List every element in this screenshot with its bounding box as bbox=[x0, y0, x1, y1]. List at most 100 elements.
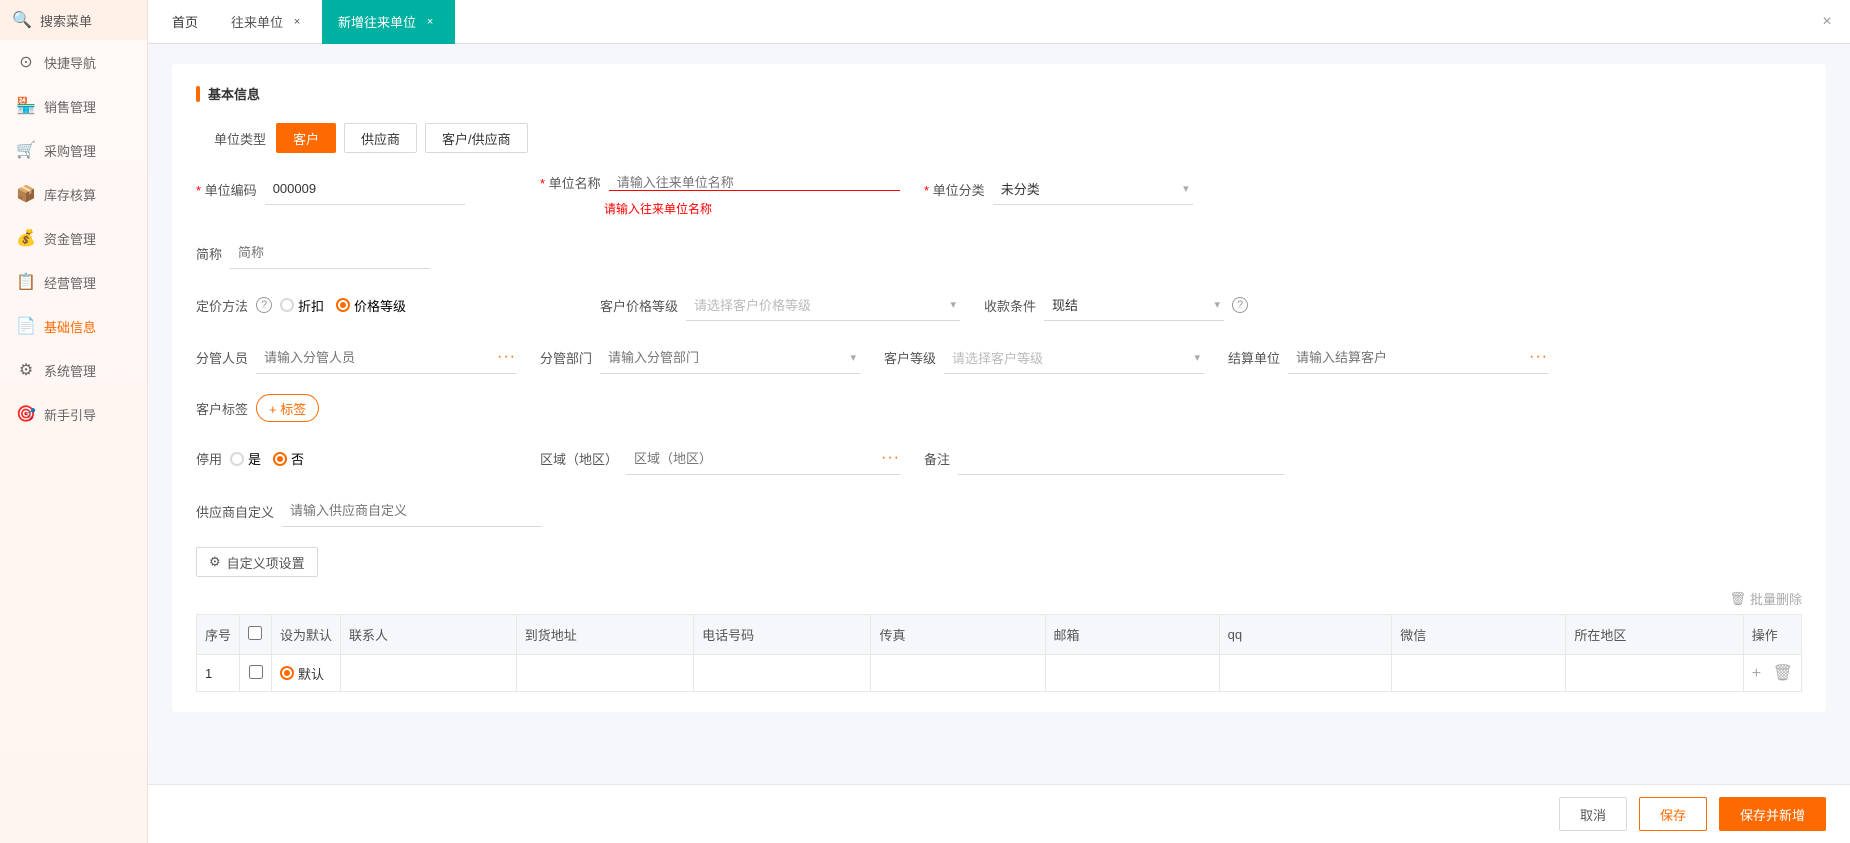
row-location[interactable] bbox=[1566, 655, 1743, 692]
save-and-new-button[interactable]: 保存并新增 bbox=[1719, 797, 1826, 831]
add-tag-button[interactable]: + 标签 bbox=[256, 394, 319, 422]
row-wechat-input[interactable] bbox=[1400, 666, 1557, 681]
unit-name-input[interactable] bbox=[609, 175, 900, 191]
unit-info-row: 单位编码 单位名称 请输入往来单位名称 bbox=[196, 173, 1802, 217]
abbr-row: 简称 bbox=[196, 237, 1802, 269]
sidebar-item-basic[interactable]: 📄 基础信息 bbox=[0, 304, 147, 348]
disabled-row: 停用 是 否 区域（地区） bbox=[196, 442, 1802, 475]
tab-partner-close[interactable]: × bbox=[289, 14, 305, 30]
row-fax-input[interactable] bbox=[879, 666, 1036, 681]
department-select[interactable]: ▾ bbox=[600, 342, 860, 374]
pricing-help-icon[interactable]: ? bbox=[256, 297, 272, 313]
row-default-radio[interactable]: 默认 bbox=[280, 664, 332, 683]
payment-terms-value: 现结 bbox=[1052, 295, 1214, 314]
unit-name-label: 单位名称 bbox=[540, 173, 601, 192]
row-location-input[interactable] bbox=[1574, 666, 1734, 681]
row-qq-input[interactable] bbox=[1228, 666, 1384, 681]
payment-terms-help-icon[interactable]: ? bbox=[1232, 297, 1248, 313]
row-phone[interactable] bbox=[694, 655, 871, 692]
cancel-button[interactable]: 取消 bbox=[1559, 797, 1627, 831]
sidebar-item-quick-nav[interactable]: ⊙ 快捷导航 bbox=[0, 40, 147, 84]
unit-code-input[interactable] bbox=[265, 173, 465, 205]
customer-level-placeholder: 请选择客户等级 bbox=[952, 348, 1194, 367]
manager-input[interactable] bbox=[256, 341, 497, 373]
col-checkbox[interactable] bbox=[240, 615, 272, 655]
unit-type-group: 客户 供应商 客户/供应商 bbox=[276, 123, 528, 153]
row-default-circle bbox=[280, 666, 294, 680]
row-wechat[interactable] bbox=[1392, 655, 1566, 692]
row-address[interactable] bbox=[516, 655, 693, 692]
row-fax[interactable] bbox=[871, 655, 1045, 692]
supplier-custom-input[interactable] bbox=[282, 495, 542, 527]
row-qq[interactable] bbox=[1219, 655, 1392, 692]
row-phone-input[interactable] bbox=[702, 666, 862, 681]
custom-settings-button[interactable]: ⚙ 自定义项设置 bbox=[196, 547, 318, 577]
manager-row: 分管人员 ··· 分管部门 ▾ 客户等级 请选择客户等 bbox=[196, 341, 1802, 374]
row-seq: 1 bbox=[197, 655, 240, 692]
sidebar-item-search[interactable]: 🔍 搜索菜单 bbox=[0, 0, 147, 40]
sidebar-item-sales[interactable]: 🏪 销售管理 bbox=[0, 84, 147, 128]
supplier-custom-field: 供应商自定义 bbox=[196, 495, 596, 527]
row-contact[interactable] bbox=[341, 655, 517, 692]
manager-more-icon[interactable]: ··· bbox=[497, 348, 516, 366]
pricing-method-label: 定价方法 bbox=[196, 296, 248, 315]
row-checkbox[interactable] bbox=[249, 665, 263, 679]
sidebar-item-finance[interactable]: 💰 资金管理 bbox=[0, 216, 147, 260]
pricing-discount-radio[interactable]: 折扣 bbox=[280, 296, 324, 315]
customer-level-field: 客户等级 请选择客户等级 ▾ bbox=[884, 342, 1204, 374]
row-contact-input[interactable] bbox=[349, 666, 508, 681]
del-row-icon[interactable]: 🗑 bbox=[1773, 665, 1793, 682]
save-button[interactable]: 保存 bbox=[1639, 797, 1707, 831]
unit-type-supplier-btn[interactable]: 供应商 bbox=[344, 123, 417, 153]
select-all-checkbox[interactable] bbox=[248, 626, 262, 640]
bottom-bar: 取消 保存 保存并新增 bbox=[148, 784, 1850, 843]
tab-home[interactable]: 首页 bbox=[156, 0, 215, 44]
sidebar-item-label: 新手引导 bbox=[44, 405, 96, 424]
disabled-yes-radio[interactable]: 是 bbox=[230, 449, 261, 468]
pricing-discount-label: 折扣 bbox=[298, 296, 324, 315]
sidebar-item-system[interactable]: ⚙ 系统管理 bbox=[0, 348, 147, 392]
sidebar-item-operation[interactable]: 📋 经营管理 bbox=[0, 260, 147, 304]
add-row-icon[interactable]: + bbox=[1752, 665, 1761, 682]
department-input[interactable] bbox=[608, 350, 850, 365]
system-icon: ⚙ bbox=[16, 360, 36, 380]
sidebar-item-newbie[interactable]: 🎯 新手引导 bbox=[0, 392, 147, 436]
unit-type-both-btn[interactable]: 客户/供应商 bbox=[425, 123, 528, 153]
payment-terms-label: 收款条件 bbox=[984, 296, 1036, 315]
payment-terms-select[interactable]: 现结 ▾ bbox=[1044, 289, 1224, 321]
remarks-input[interactable] bbox=[958, 443, 1284, 475]
settlement-unit-input[interactable] bbox=[1288, 341, 1529, 373]
sidebar-item-label: 采购管理 bbox=[44, 141, 96, 160]
region-input[interactable] bbox=[626, 442, 881, 474]
pricing-level-radio[interactable]: 价格等级 bbox=[336, 296, 406, 315]
region-more-icon[interactable]: ··· bbox=[881, 449, 900, 467]
unit-category-select[interactable]: 未分类 ▾ bbox=[993, 173, 1193, 205]
col-email: 邮箱 bbox=[1045, 615, 1219, 655]
tab-new-partner[interactable]: 新增往来单位 × bbox=[322, 0, 455, 44]
settlement-unit-more-icon[interactable]: ··· bbox=[1529, 348, 1548, 366]
col-wechat: 微信 bbox=[1392, 615, 1566, 655]
tab-new-partner-close[interactable]: × bbox=[422, 14, 438, 30]
row-email-input[interactable] bbox=[1054, 666, 1211, 681]
row-email[interactable] bbox=[1045, 655, 1219, 692]
remarks-label: 备注 bbox=[924, 449, 950, 468]
tab-bar-close-button[interactable]: × bbox=[1812, 7, 1842, 37]
unit-type-customer-btn[interactable]: 客户 bbox=[276, 123, 336, 153]
abbr-input[interactable] bbox=[230, 237, 430, 269]
disabled-no-radio[interactable]: 否 bbox=[273, 449, 304, 468]
department-field: 分管部门 ▾ bbox=[540, 342, 860, 374]
manager-label: 分管人员 bbox=[196, 348, 248, 367]
batch-delete-area[interactable]: 🗑 批量删除 bbox=[196, 589, 1802, 608]
tab-new-partner-label: 新增往来单位 bbox=[338, 12, 416, 31]
sidebar-item-purchase[interactable]: 🛒 采购管理 bbox=[0, 128, 147, 172]
pricing-method-field: 定价方法 ? 折扣 价格等级 bbox=[196, 296, 576, 315]
col-phone: 电话号码 bbox=[694, 615, 871, 655]
sidebar-item-inventory[interactable]: 📦 库存核算 bbox=[0, 172, 147, 216]
customer-price-level-select[interactable]: 请选择客户价格等级 ▾ bbox=[686, 289, 960, 321]
row-address-input[interactable] bbox=[525, 666, 685, 681]
manager-field: 分管人员 ··· bbox=[196, 341, 516, 374]
tab-partner[interactable]: 往来单位 × bbox=[215, 0, 322, 44]
batch-delete-label: 批量删除 bbox=[1750, 589, 1802, 608]
customer-level-select[interactable]: 请选择客户等级 ▾ bbox=[944, 342, 1204, 374]
region-label: 区域（地区） bbox=[540, 449, 618, 468]
